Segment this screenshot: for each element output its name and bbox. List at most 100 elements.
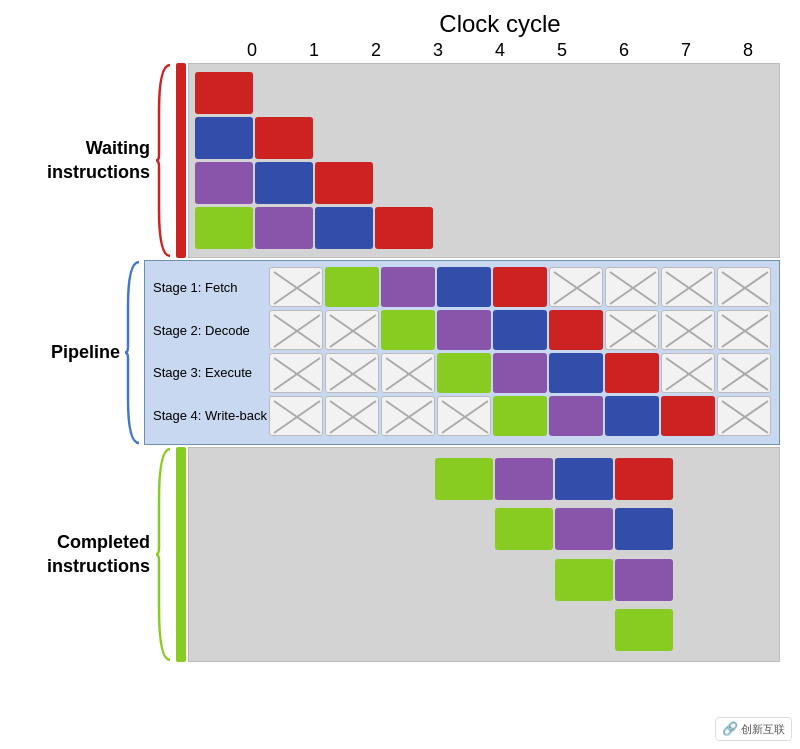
grid-cell (555, 458, 613, 500)
grid-cell (195, 117, 253, 159)
grid-cell (269, 396, 323, 436)
grid-cell (615, 609, 673, 651)
grid-cell (661, 353, 715, 393)
grid-cell (493, 396, 547, 436)
grid-cell (435, 207, 493, 249)
grid-cell (381, 353, 435, 393)
grid-cell (315, 207, 373, 249)
grid-cell (493, 267, 547, 307)
stage-label: Stage 4: Write-back (151, 408, 269, 423)
pipeline-stage-row: Stage 1: Fetch (151, 267, 773, 307)
pipeline-section: Pipeline Stage 1: Fetch Stage 2: Decode Sta… (20, 260, 780, 445)
grid-cell (661, 310, 715, 350)
clock-number: 8 (717, 40, 779, 61)
grid-cell (325, 396, 379, 436)
grid-cell (717, 310, 771, 350)
grid-cell (195, 559, 253, 601)
grid-cell (375, 458, 433, 500)
grid-cell (549, 353, 603, 393)
grid-cell (255, 207, 313, 249)
grid-cell (555, 508, 613, 550)
grid-cell (315, 117, 373, 159)
grid-cell (493, 310, 547, 350)
grid-cell (381, 310, 435, 350)
grid-cell (435, 609, 493, 651)
grid-cell (315, 72, 373, 114)
grid-cell (435, 559, 493, 601)
grid-cell (555, 162, 613, 204)
grid-cell (549, 267, 603, 307)
grid-cell (269, 353, 323, 393)
grid-cell (555, 207, 613, 249)
grid-cell (549, 310, 603, 350)
clock-number: 2 (345, 40, 407, 61)
grid-cell (717, 267, 771, 307)
grid-cell (675, 559, 733, 601)
waiting-section: Waitinginstructions (20, 63, 780, 258)
grid-cell (495, 458, 553, 500)
clock-number: 7 (655, 40, 717, 61)
clock-number: 6 (593, 40, 655, 61)
clock-numbers-row: 012345678 (221, 40, 779, 61)
waiting-red-bar (176, 63, 186, 258)
grid-cell (375, 162, 433, 204)
grid-cell (675, 162, 733, 204)
grid-cell (615, 508, 673, 550)
stage-label: Stage 1: Fetch (151, 280, 269, 295)
grid-cell (195, 508, 253, 550)
grid-cell (495, 72, 553, 114)
grid-cell (615, 458, 673, 500)
grid-cell (675, 609, 733, 651)
grid-cell (437, 267, 491, 307)
grid-cell (195, 72, 253, 114)
grid-cell (255, 117, 313, 159)
grid-cell (615, 117, 673, 159)
grid-cell (325, 353, 379, 393)
grid-cell (315, 559, 373, 601)
grid-cell (375, 609, 433, 651)
grid-cell (675, 458, 733, 500)
grid-cell (717, 353, 771, 393)
clock-cycle-title: Clock cycle (439, 10, 560, 38)
grid-cell (255, 458, 313, 500)
grid-cell (375, 508, 433, 550)
grid-cell (615, 559, 673, 601)
clock-number: 3 (407, 40, 469, 61)
grid-cell (549, 396, 603, 436)
pipeline-stage-row: Stage 2: Decode (151, 310, 773, 350)
grid-cell (255, 609, 313, 651)
grid-cell (555, 117, 613, 159)
grid-cell (605, 353, 659, 393)
clock-number: 0 (221, 40, 283, 61)
grid-cell (437, 310, 491, 350)
clock-number: 1 (283, 40, 345, 61)
grid-cell (381, 267, 435, 307)
grid-cell (437, 396, 491, 436)
completed-green-bar (176, 447, 186, 662)
pipeline-stage-row: Stage 4: Write-back (151, 396, 773, 436)
pipeline-label: Pipeline (51, 342, 120, 363)
grid-cell (435, 117, 493, 159)
grid-cell (195, 207, 253, 249)
grid-cell (315, 508, 373, 550)
grid-cell (375, 559, 433, 601)
grid-cell (255, 72, 313, 114)
grid-cell (375, 117, 433, 159)
grid-cell (661, 267, 715, 307)
grid-cell (615, 162, 673, 204)
grid-cell (435, 458, 493, 500)
grid-cell (555, 559, 613, 601)
grid-cell (493, 353, 547, 393)
grid-cell (381, 396, 435, 436)
grid-cell (435, 162, 493, 204)
grid-cell (325, 310, 379, 350)
grid-cell (255, 162, 313, 204)
completed-label: Completedinstructions (47, 531, 150, 578)
grid-cell (495, 609, 553, 651)
grid-cell (435, 72, 493, 114)
grid-cell (605, 267, 659, 307)
grid-cell (269, 267, 323, 307)
grid-cell (255, 508, 313, 550)
grid-cell (195, 609, 253, 651)
grid-cell (675, 207, 733, 249)
